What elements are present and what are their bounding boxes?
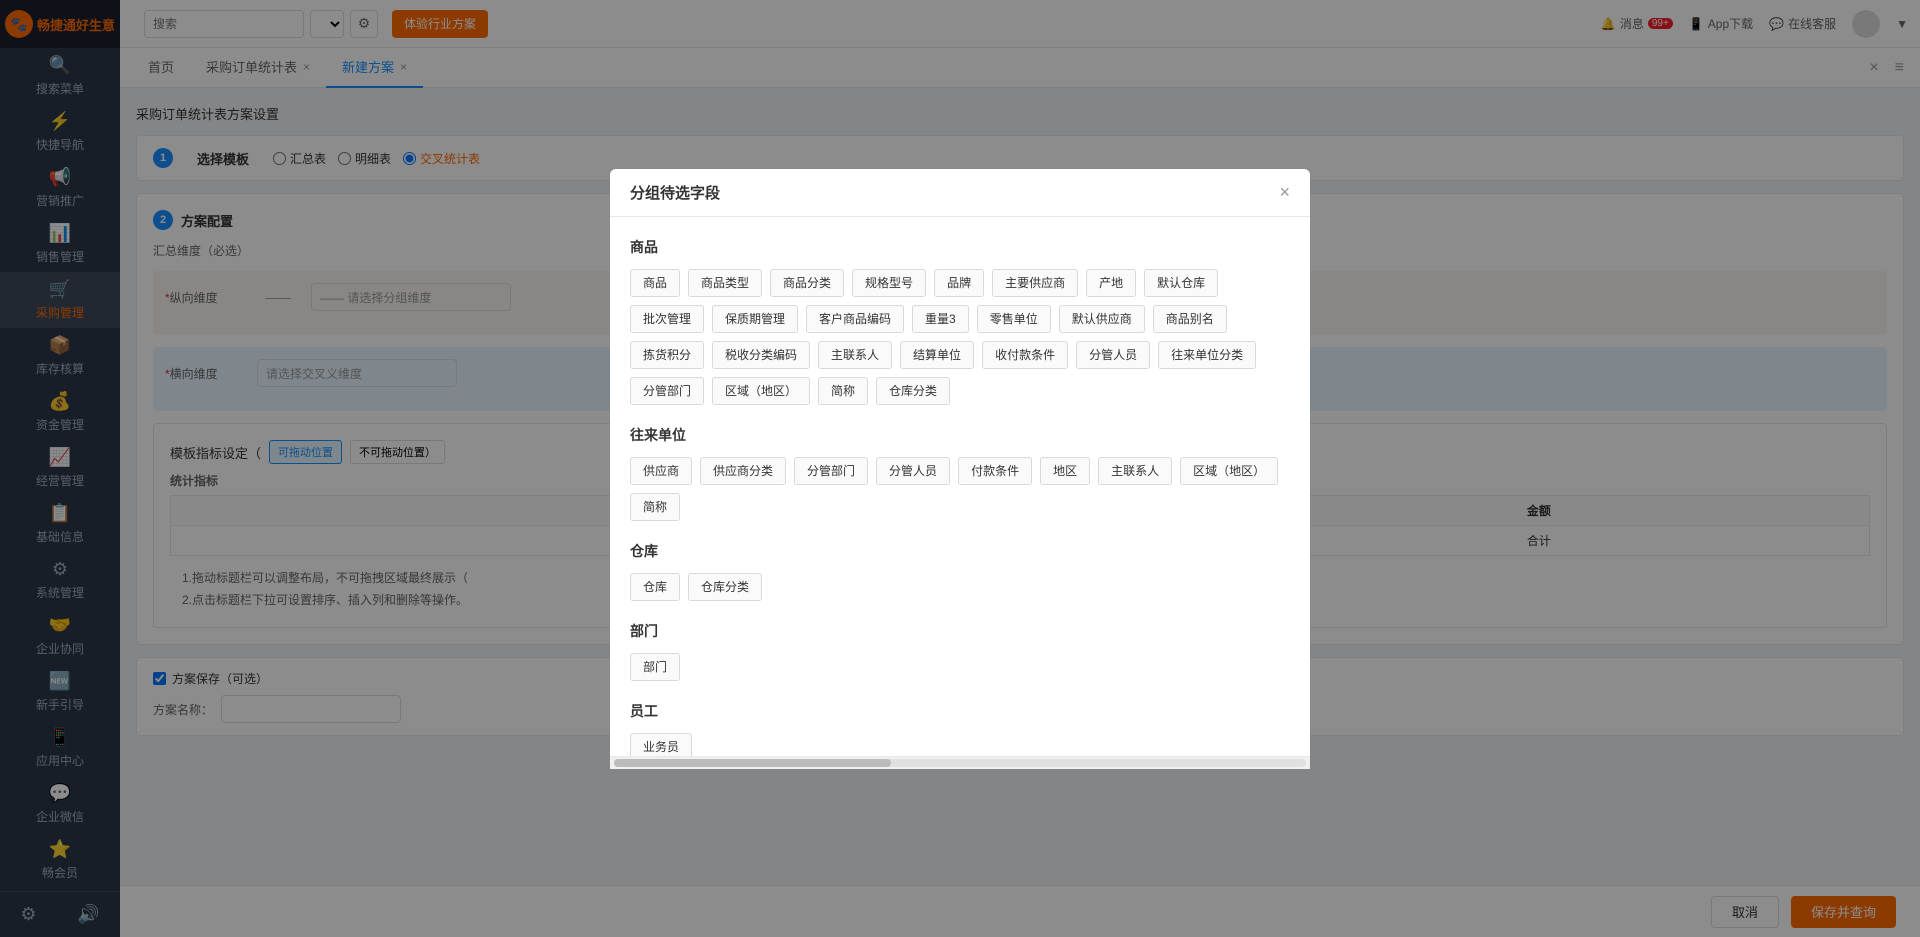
field-tag[interactable]: 结算单位 xyxy=(900,341,974,369)
field-tag[interactable]: 品牌 xyxy=(934,269,984,297)
field-tag[interactable]: 商品类型 xyxy=(688,269,762,297)
modal-close-button[interactable]: × xyxy=(1279,183,1290,201)
modal-body: 商品商品商品类型商品分类规格型号品牌主要供应商产地默认仓库批次管理保质期管理客户… xyxy=(610,217,1310,757)
field-tag[interactable]: 仓库分类 xyxy=(876,377,950,405)
field-group-title: 员工 xyxy=(630,701,1290,721)
field-group-title: 往来单位 xyxy=(630,425,1290,445)
field-group-title: 部门 xyxy=(630,621,1290,641)
field-tag[interactable]: 付款条件 xyxy=(958,457,1032,485)
field-tag[interactable]: 分管部门 xyxy=(630,377,704,405)
field-tag[interactable]: 部门 xyxy=(630,653,680,681)
field-tag[interactable]: 简称 xyxy=(630,493,680,521)
field-tag[interactable]: 客户商品编码 xyxy=(806,305,904,333)
modal-horizontal-scrollbar[interactable] xyxy=(610,756,1310,768)
field-tags: 仓库仓库分类 xyxy=(630,573,1290,601)
field-tag[interactable]: 业务员 xyxy=(630,733,692,757)
field-tag[interactable]: 地区 xyxy=(1040,457,1090,485)
field-tag[interactable]: 保质期管理 xyxy=(712,305,798,333)
modal-title: 分组待选字段 xyxy=(630,182,720,203)
field-tags: 部门 xyxy=(630,653,1290,681)
field-tag[interactable]: 默认仓库 xyxy=(1144,269,1218,297)
field-tag[interactable]: 主联系人 xyxy=(818,341,892,369)
field-tags: 商品商品类型商品分类规格型号品牌主要供应商产地默认仓库批次管理保质期管理客户商品… xyxy=(630,269,1290,405)
field-tag[interactable]: 往来单位分类 xyxy=(1158,341,1256,369)
field-tag[interactable]: 零售单位 xyxy=(977,305,1051,333)
field-tag[interactable]: 主联系人 xyxy=(1098,457,1172,485)
field-group-仓库: 仓库仓库仓库分类 xyxy=(630,541,1290,601)
field-tag[interactable]: 商品 xyxy=(630,269,680,297)
modal: 分组待选字段 × 商品商品商品类型商品分类规格型号品牌主要供应商产地默认仓库批次… xyxy=(610,169,1310,769)
field-tag[interactable]: 商品别名 xyxy=(1153,305,1227,333)
field-tag[interactable]: 规格型号 xyxy=(852,269,926,297)
field-tag[interactable]: 拣货积分 xyxy=(630,341,704,369)
field-tag[interactable]: 分管人员 xyxy=(1076,341,1150,369)
field-tags: 业务员 xyxy=(630,733,1290,757)
field-tag[interactable]: 批次管理 xyxy=(630,305,704,333)
field-tag[interactable]: 分管人员 xyxy=(876,457,950,485)
modal-overlay[interactable]: 分组待选字段 × 商品商品商品类型商品分类规格型号品牌主要供应商产地默认仓库批次… xyxy=(0,0,1920,937)
field-tag[interactable]: 税收分类编码 xyxy=(712,341,810,369)
field-tags: 供应商供应商分类分管部门分管人员付款条件地区主联系人区域（地区） 简称 xyxy=(630,457,1290,521)
field-tag[interactable]: 产地 xyxy=(1086,269,1136,297)
field-tag[interactable]: 分管部门 xyxy=(794,457,868,485)
field-group-title: 商品 xyxy=(630,237,1290,257)
field-group-title: 仓库 xyxy=(630,541,1290,561)
field-tag[interactable]: 默认供应商 xyxy=(1059,305,1145,333)
field-group-商品: 商品商品商品类型商品分类规格型号品牌主要供应商产地默认仓库批次管理保质期管理客户… xyxy=(630,237,1290,405)
field-tag[interactable]: 仓库分类 xyxy=(688,573,762,601)
field-tag[interactable]: 供应商 xyxy=(630,457,692,485)
field-group-员工: 员工业务员 xyxy=(630,701,1290,757)
field-tag[interactable]: 主要供应商 xyxy=(992,269,1078,297)
field-tag[interactable]: 区域（地区） xyxy=(712,377,810,405)
field-tag[interactable]: 商品分类 xyxy=(770,269,844,297)
field-tag[interactable]: 区域（地区） xyxy=(1180,457,1278,485)
hscroll-track xyxy=(614,759,1306,767)
modal-header: 分组待选字段 × xyxy=(610,169,1310,217)
field-tag[interactable]: 简称 xyxy=(818,377,868,405)
field-group-往来单位: 往来单位供应商供应商分类分管部门分管人员付款条件地区主联系人区域（地区） 简称 xyxy=(630,425,1290,521)
field-tag[interactable]: 收付款条件 xyxy=(982,341,1068,369)
field-tag[interactable]: 供应商分类 xyxy=(700,457,786,485)
hscroll-thumb xyxy=(614,759,891,767)
field-group-部门: 部门部门 xyxy=(630,621,1290,681)
field-tag[interactable]: 仓库 xyxy=(630,573,680,601)
field-tag[interactable]: 重量3 xyxy=(912,305,969,333)
